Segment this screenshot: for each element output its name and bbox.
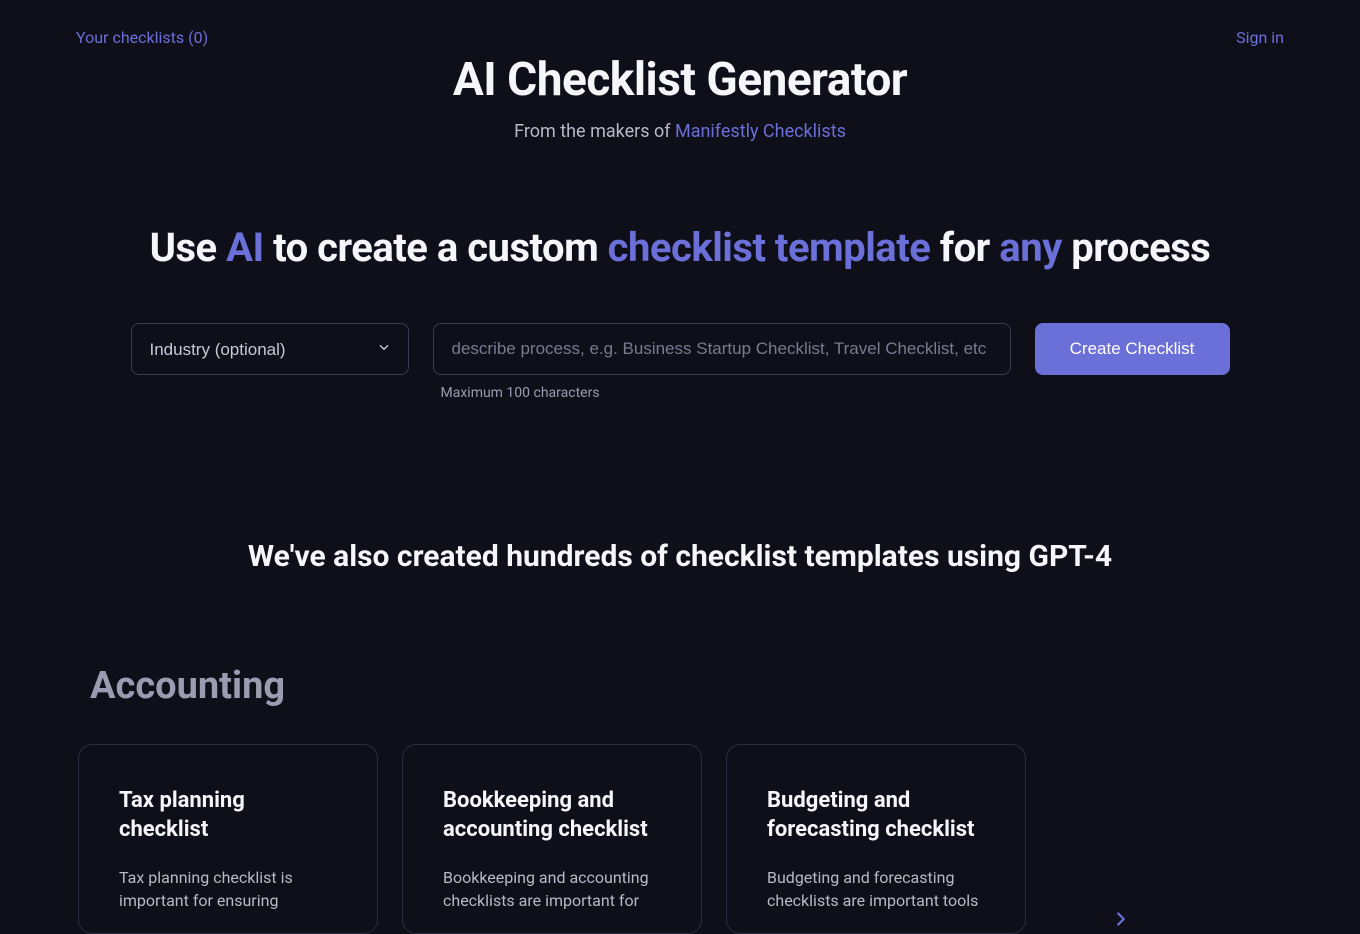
cards-carousel: Tax planning checklist Tax planning chec… <box>0 744 1360 934</box>
create-form: Industry (optional) Maximum 100 characte… <box>0 323 1360 401</box>
tagline-text-2: to create a custom <box>264 224 608 271</box>
card-title: Tax planning checklist <box>119 787 337 844</box>
templates-section-heading: We've also created hundreds of checklist… <box>0 539 1360 574</box>
tagline-highlight-ai: AI <box>226 224 264 271</box>
industry-select[interactable]: Industry (optional) <box>131 323 409 375</box>
sign-in-link[interactable]: Sign in <box>1236 28 1284 47</box>
tagline: Use AI to create a custom checklist temp… <box>0 224 1360 271</box>
process-input-column: Maximum 100 characters <box>433 323 1011 401</box>
page-title: AI Checklist Generator <box>0 53 1360 107</box>
card-description: Budgeting and forecasting checklists are… <box>767 866 985 912</box>
subtitle: From the makers of Manifestly Checklists <box>0 121 1360 142</box>
tagline-text-4: process <box>1062 224 1211 271</box>
your-checklists-link[interactable]: Your checklists (0) <box>76 28 208 47</box>
top-nav: Your checklists (0) Sign in <box>0 0 1360 47</box>
tagline-text-3: for <box>930 224 999 271</box>
hero-section: AI Checklist Generator From the makers o… <box>0 53 1360 142</box>
industry-select-wrap: Industry (optional) <box>131 323 409 375</box>
checklist-card[interactable]: Bookkeeping and accounting checklist Boo… <box>402 744 702 934</box>
checklist-card[interactable]: Tax planning checklist Tax planning chec… <box>78 744 378 934</box>
manifestly-link[interactable]: Manifestly Checklists <box>675 121 846 142</box>
chevron-right-icon[interactable] <box>1110 908 1132 934</box>
tagline-text-1: Use <box>150 224 226 271</box>
subtitle-prefix: From the makers of <box>514 121 675 142</box>
category-label-accounting: Accounting <box>90 664 1360 708</box>
checklist-card[interactable]: Budgeting and forecasting checklist Budg… <box>726 744 1026 934</box>
create-checklist-button[interactable]: Create Checklist <box>1035 323 1230 375</box>
card-title: Budgeting and forecasting checklist <box>767 787 985 844</box>
tagline-highlight-any: any <box>999 224 1061 271</box>
card-description: Bookkeeping and accounting checklists ar… <box>443 866 661 912</box>
process-input[interactable] <box>433 323 1011 375</box>
carousel-next-wrap <box>1110 744 1132 934</box>
tagline-highlight-checklist: checklist template <box>608 224 931 271</box>
card-title: Bookkeeping and accounting checklist <box>443 787 661 844</box>
card-description: Tax planning checklist is important for … <box>119 866 337 912</box>
input-helper-text: Maximum 100 characters <box>433 385 1011 401</box>
